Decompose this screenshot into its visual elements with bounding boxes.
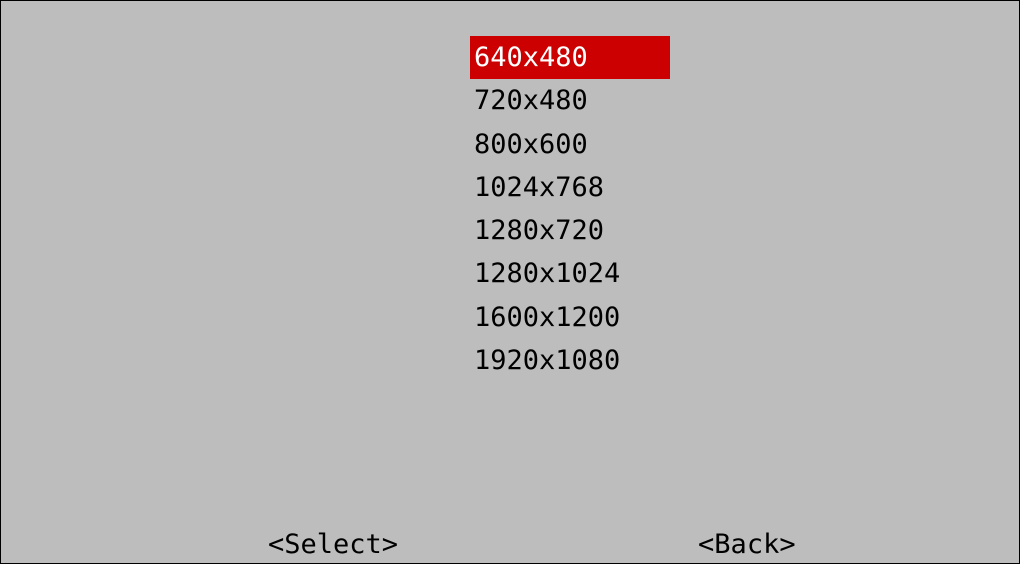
menu-item-1280x1024[interactable]: 1280x1024	[470, 252, 670, 295]
menu-item-1920x1080[interactable]: 1920x1080	[470, 339, 670, 382]
menu-item-1600x1200[interactable]: 1600x1200	[470, 296, 670, 339]
menu-item-640x480[interactable]: 640x480	[470, 36, 670, 79]
menu-item-800x600[interactable]: 800x600	[470, 123, 670, 166]
back-button[interactable]: <Back>	[698, 529, 796, 560]
menu-item-720x480[interactable]: 720x480	[470, 79, 670, 122]
menu-item-1024x768[interactable]: 1024x768	[470, 166, 670, 209]
menu-item-1280x720[interactable]: 1280x720	[470, 209, 670, 252]
resolution-menu-list: 640x480 720x480 800x600 1024x768 1280x72…	[470, 36, 670, 382]
footer-buttons: <Select> <Back>	[1, 529, 1019, 560]
select-button[interactable]: <Select>	[268, 529, 398, 560]
